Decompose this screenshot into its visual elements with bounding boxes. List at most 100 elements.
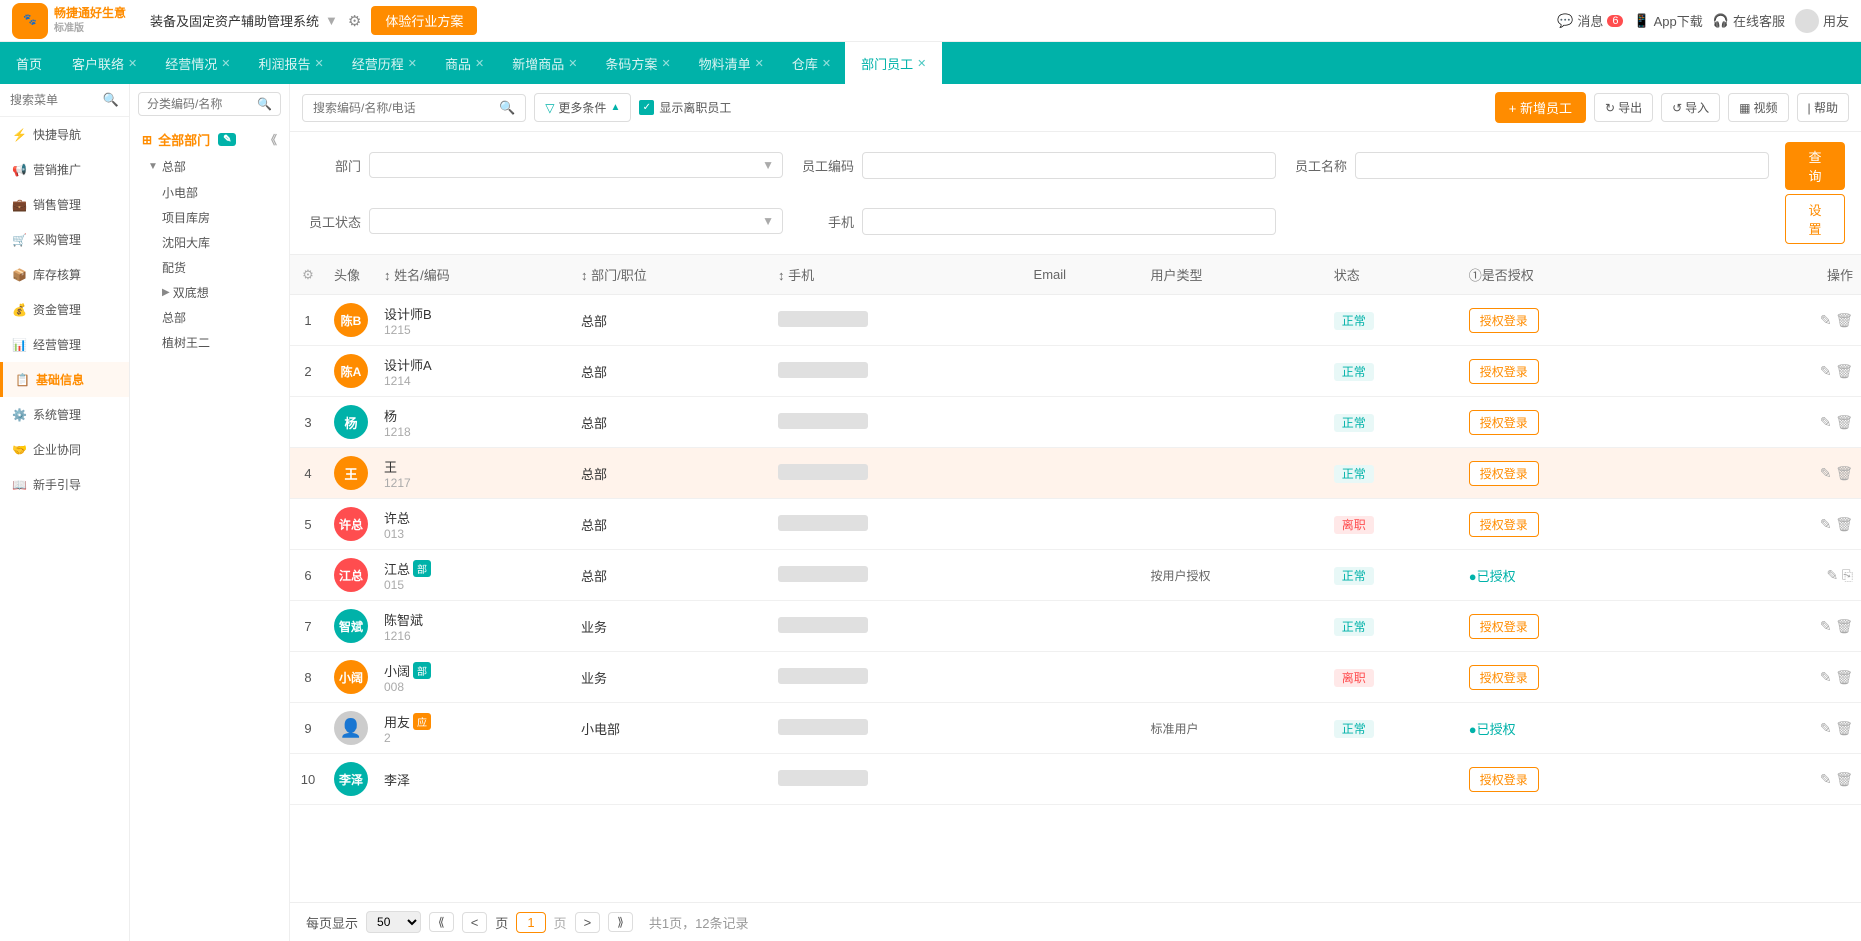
edit-button[interactable]: ✎ [1820, 465, 1832, 482]
auth-button[interactable]: 授权登录 [1469, 461, 1539, 486]
last-page-button[interactable]: ⟫ [608, 912, 633, 932]
phone-input[interactable] [862, 208, 1276, 235]
tab-profit[interactable]: 利润报告 ✕ [244, 42, 337, 84]
delete-button[interactable]: 🗑 [1835, 465, 1853, 482]
dept-all-header[interactable]: ⊞ 全部部门 ✎ 《 [138, 126, 281, 153]
reset-button[interactable]: 设置 [1785, 194, 1845, 244]
tab-employees[interactable]: 部门员工 ✕ [845, 42, 942, 84]
show-resigned-toggle[interactable]: ✓ 显示离职员工 [639, 99, 731, 116]
copy-button[interactable]: ⎘ [1842, 567, 1853, 584]
edit-button[interactable]: ✎ [1820, 771, 1832, 788]
tab-new-product[interactable]: 新增商品 ✕ [498, 42, 591, 84]
tab-bom[interactable]: 物料清单 ✕ [685, 42, 778, 84]
collapse-icon[interactable]: 《 [265, 131, 277, 148]
sidebar-item-marketing[interactable]: 📢营销推广 [0, 152, 129, 187]
dept-item-shenyang[interactable]: 沈阳大库 [138, 230, 281, 255]
tab-warehouse[interactable]: 仓库 ✕ [778, 42, 845, 84]
sidebar-item-basic[interactable]: 📋基础信息 [0, 362, 129, 397]
edit-button[interactable]: ✎ [1820, 414, 1832, 431]
col-dept[interactable]: ↕ 部门/职位 [573, 255, 770, 295]
online-service[interactable]: 🎧 在线客服 [1713, 11, 1785, 30]
auth-button[interactable]: 授权登录 [1469, 410, 1539, 435]
dept-search-box[interactable]: 🔍 [138, 92, 281, 116]
dept-item-project[interactable]: 项目库房 [138, 205, 281, 230]
sidebar-item-sales[interactable]: 💼销售管理 [0, 187, 129, 222]
search-box[interactable]: 🔍 [302, 94, 526, 122]
tab-products[interactable]: 商品 ✕ [431, 42, 498, 84]
dept-select[interactable]: ▼ [369, 152, 783, 178]
auth-button[interactable]: 授权登录 [1469, 359, 1539, 384]
auth-button[interactable]: 授权登录 [1469, 308, 1539, 333]
delete-button[interactable]: 🗑 [1835, 516, 1853, 533]
sidebar-item-quick[interactable]: ⚡快捷导航 [0, 117, 129, 152]
help-button[interactable]: | 帮助 [1797, 93, 1849, 122]
sys-title-arrow[interactable]: ▼ [325, 13, 338, 28]
emp-name-input[interactable] [1355, 152, 1769, 179]
search-button[interactable]: 查询 [1785, 142, 1845, 190]
edit-button[interactable]: ✎ [1820, 720, 1832, 737]
dept-item-hq2[interactable]: 总部 [138, 305, 281, 330]
sidebar-item-guide[interactable]: 📖新手引导 [0, 467, 129, 502]
edit-button[interactable]: ✎ [1820, 516, 1832, 533]
delete-button[interactable]: 🗑 [1835, 669, 1853, 686]
sidebar-item-inventory[interactable]: 📦库存核算 [0, 257, 129, 292]
col-name[interactable]: ↕ 姓名/编码 [376, 255, 573, 295]
edit-button[interactable]: ✎ [1820, 669, 1832, 686]
status-select[interactable]: ▼ [369, 208, 783, 234]
col-settings[interactable]: ⚙ [290, 255, 326, 295]
delete-button[interactable]: 🗑 [1835, 720, 1853, 737]
page-size-select[interactable]: 50 100 [366, 911, 421, 933]
delete-button[interactable]: 🗑 [1835, 414, 1853, 431]
import-button[interactable]: ↺ 导入 [1661, 93, 1720, 122]
export-button[interactable]: ↻ 导出 [1594, 93, 1653, 122]
next-page-button[interactable]: > [575, 912, 601, 933]
edit-button[interactable]: ✎ [1820, 618, 1832, 635]
search-input[interactable] [313, 101, 493, 115]
sidebar-search[interactable]: 🔍 [0, 84, 129, 117]
trial-button[interactable]: 体验行业方案 [371, 6, 477, 35]
more-filter-button[interactable]: ▽ 更多条件 ▲ [534, 93, 631, 122]
dept-item-plant[interactable]: 植树王二 [138, 330, 281, 355]
delete-button[interactable]: 🗑 [1835, 618, 1853, 635]
next-page-label: 页 [554, 913, 567, 932]
sidebar-item-collab[interactable]: 🤝企业协同 [0, 432, 129, 467]
dept-item-shuangdi[interactable]: ▶双底想 [138, 280, 281, 305]
prev-page-button[interactable]: < [462, 912, 488, 933]
add-employee-button[interactable]: + 新增员工 [1495, 92, 1586, 123]
tab-barcode[interactable]: 条码方案 ✕ [591, 42, 684, 84]
tab-home[interactable]: 首页 [0, 42, 58, 84]
auth-button[interactable]: 授权登录 [1469, 665, 1539, 690]
tab-customer[interactable]: 客户联络 ✕ [58, 42, 151, 84]
sidebar-item-system[interactable]: ⚙️系统管理 [0, 397, 129, 432]
dept-item-small-elec[interactable]: 小电部 [138, 180, 281, 205]
sidebar-item-finance[interactable]: 💰资金管理 [0, 292, 129, 327]
sidebar-search-input[interactable] [10, 93, 99, 107]
tab-history[interactable]: 经营历程 ✕ [338, 42, 431, 84]
sidebar-item-purchase[interactable]: 🛒采购管理 [0, 222, 129, 257]
first-page-button[interactable]: ⟪ [429, 912, 454, 932]
delete-button[interactable]: 🗑 [1835, 771, 1853, 788]
auth-button[interactable]: 授权登录 [1469, 512, 1539, 537]
auth-button[interactable]: 授权登录 [1469, 614, 1539, 639]
message-area[interactable]: 💬 消息 6 [1557, 11, 1623, 30]
user-area[interactable]: 用友 [1795, 9, 1849, 33]
dept-item-headquarters[interactable]: ▼ 总部 [138, 153, 281, 180]
edit-badge[interactable]: ✎ [218, 133, 236, 146]
dept-item-distribution[interactable]: 配货 [138, 255, 281, 280]
col-phone[interactable]: ↕ 手机 [770, 255, 1026, 295]
delete-button[interactable]: 🗑 [1835, 312, 1853, 329]
edit-button[interactable]: ✎ [1820, 363, 1832, 380]
app-download[interactable]: 📱 App下载 [1633, 11, 1702, 30]
sidebar-item-ops[interactable]: 📊经营管理 [0, 327, 129, 362]
view-button[interactable]: ▦ 视频 [1728, 93, 1788, 122]
edit-button[interactable]: ✎ [1826, 567, 1838, 584]
dept-search-input[interactable] [147, 97, 253, 111]
auth-button[interactable]: 授权登录 [1469, 767, 1539, 792]
edit-button[interactable]: ✎ [1820, 312, 1832, 329]
emp-code-input[interactable] [862, 152, 1276, 179]
gear-icon[interactable]: ⚙ [348, 12, 361, 30]
checkbox-resigned[interactable]: ✓ [639, 100, 654, 115]
quick-nav-icon: ⚡ [12, 128, 27, 142]
tab-operations[interactable]: 经营情况 ✕ [151, 42, 244, 84]
delete-button[interactable]: 🗑 [1835, 363, 1853, 380]
